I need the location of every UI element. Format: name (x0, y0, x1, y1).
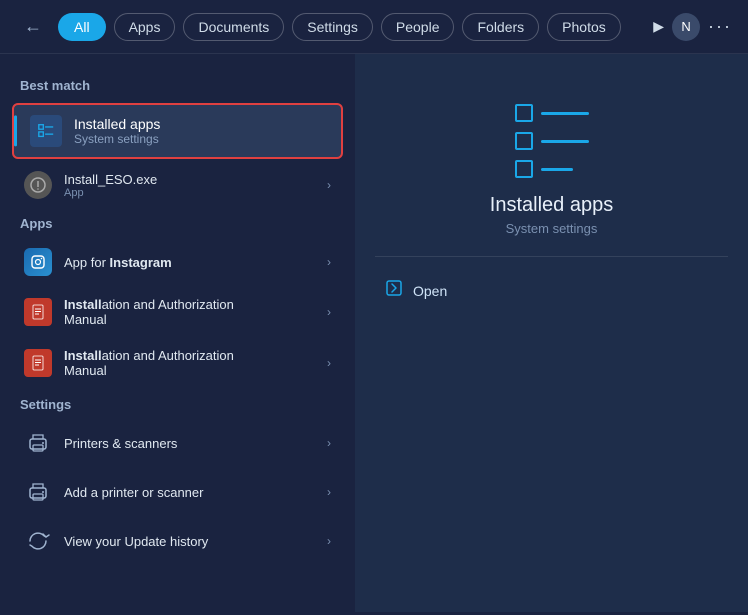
add-printer-item[interactable]: Add a printer or scanner › (4, 468, 351, 516)
left-panel: Best match Installed apps System setting… (0, 54, 355, 612)
printers-chevron: › (327, 436, 331, 450)
app-manual2-icon (24, 349, 52, 377)
install-eso-title: Install_ESO.exe (64, 172, 327, 187)
update-history-chevron: › (327, 534, 331, 548)
play-icon: ▶ (653, 18, 664, 35)
install-eso-text: Install_ESO.exe App (64, 172, 327, 199)
more-options-icon[interactable]: ··· (708, 16, 732, 37)
apps-section-label: Apps (0, 208, 355, 237)
settings-section-label: Settings (0, 389, 355, 418)
app-instagram-title: App for Instagram (64, 255, 327, 270)
install-eso-icon (24, 171, 52, 199)
app-manual2-title: Installation and AuthorizationManual (64, 348, 327, 378)
detail-sub: System settings (506, 221, 598, 236)
app-manual1-icon (24, 298, 52, 326)
installed-apps-icon (30, 115, 62, 147)
app-manual2-item[interactable]: Installation and AuthorizationManual › (4, 338, 351, 388)
update-history-title: View your Update history (64, 534, 327, 549)
best-match-label: Best match (0, 70, 355, 99)
user-avatar[interactable]: N (672, 13, 700, 41)
app-instagram-chevron: › (327, 255, 331, 269)
detail-icon-area (515, 104, 589, 178)
add-printer-icon (24, 478, 52, 506)
install-eso-item[interactable]: Install_ESO.exe App › (4, 163, 351, 207)
install-eso-sub: App (64, 187, 327, 199)
app-manual1-title: Installation and AuthorizationManual (64, 297, 327, 327)
printers-icon (24, 429, 52, 457)
best-match-item[interactable]: Installed apps System settings (12, 103, 343, 159)
detail-title: Installed apps (490, 194, 613, 217)
tab-settings[interactable]: Settings (292, 13, 373, 41)
best-match-sub: System settings (74, 132, 325, 146)
app-instagram-icon (24, 248, 52, 276)
printers-title: Printers & scanners (64, 436, 327, 451)
app-manual2-chevron: › (327, 356, 331, 370)
tab-folders[interactable]: Folders (462, 13, 539, 41)
top-nav: ← All Apps Documents Settings People Fol… (0, 0, 748, 54)
detail-divider (375, 256, 728, 257)
detail-app-icon (515, 104, 589, 178)
app-manual1-item[interactable]: Installation and AuthorizationManual › (4, 287, 351, 337)
tab-apps[interactable]: Apps (114, 13, 176, 41)
printers-item[interactable]: Printers & scanners › (4, 419, 351, 467)
open-action[interactable]: Open (375, 273, 457, 308)
app-manual1-chevron: › (327, 305, 331, 319)
open-action-icon (385, 279, 403, 302)
open-action-label: Open (413, 283, 447, 299)
tab-photos[interactable]: Photos (547, 13, 621, 41)
tab-documents[interactable]: Documents (183, 13, 284, 41)
back-button[interactable]: ← (16, 12, 50, 41)
tab-people[interactable]: People (381, 13, 455, 41)
add-printer-title: Add a printer or scanner (64, 485, 327, 500)
update-history-icon (24, 527, 52, 555)
best-match-text: Installed apps System settings (74, 116, 325, 146)
main-content: Best match Installed apps System setting… (0, 54, 748, 612)
tab-all[interactable]: All (58, 13, 106, 41)
update-history-item[interactable]: View your Update history › (4, 517, 351, 565)
install-eso-chevron: › (327, 178, 331, 192)
add-printer-chevron: › (327, 485, 331, 499)
app-instagram-item[interactable]: App for Instagram › (4, 238, 351, 286)
best-match-title: Installed apps (74, 116, 325, 132)
right-panel: Installed apps System settings Open (355, 54, 748, 612)
